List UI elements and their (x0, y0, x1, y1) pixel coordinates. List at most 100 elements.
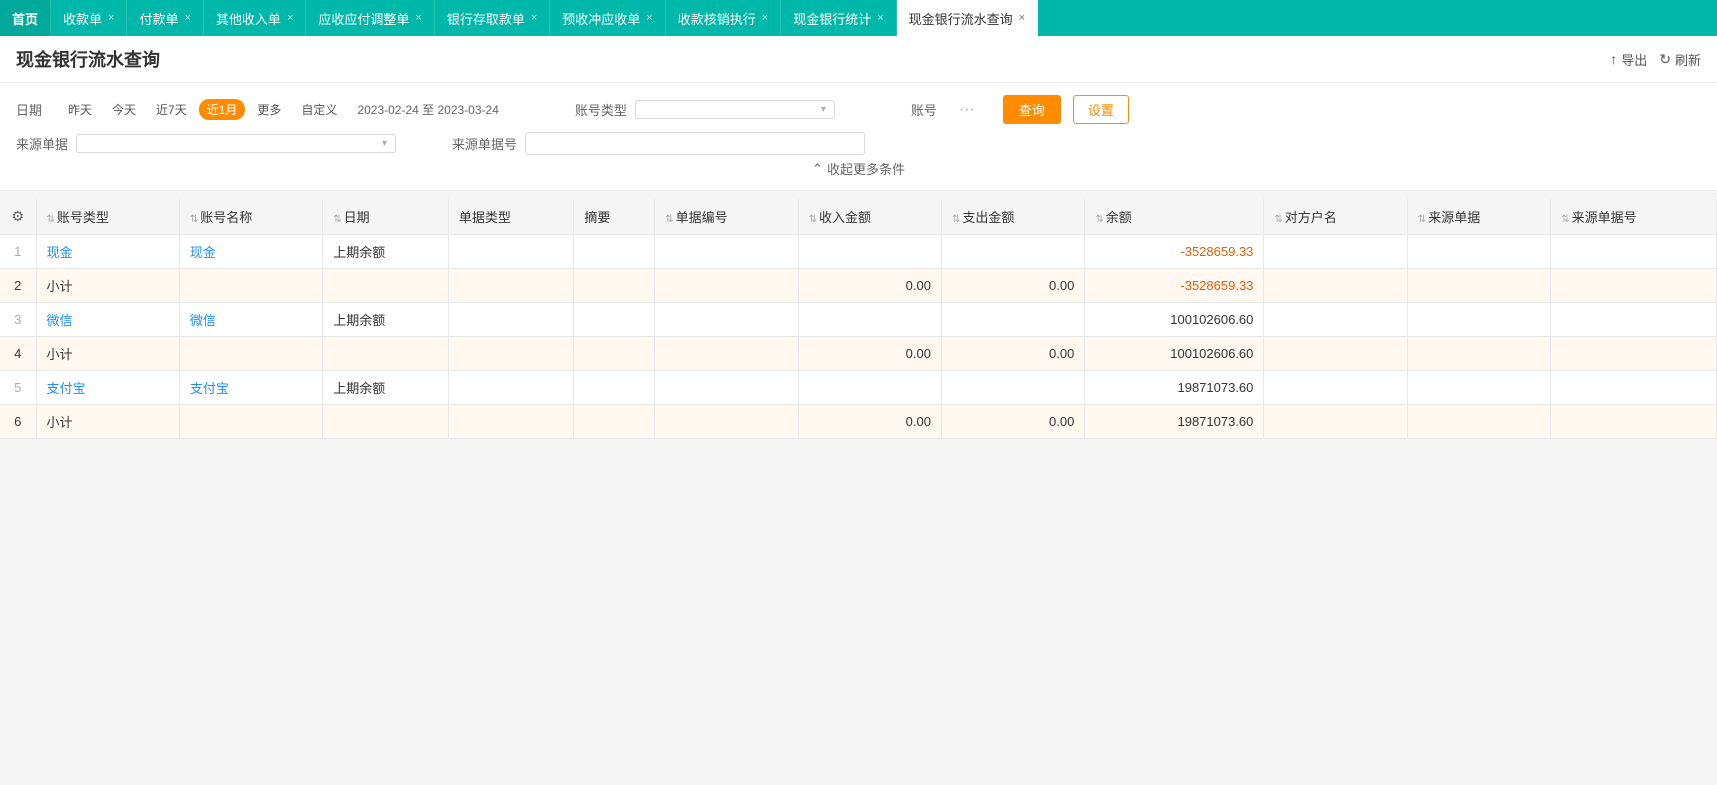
source-doc-no-label: 来源单据号 (452, 134, 517, 153)
nav-tab-yingshoutiaozheng[interactable]: 应收应付调整单 × (306, 0, 434, 36)
cell-date: 上期余额 (323, 371, 449, 405)
settings-col-header[interactable]: ⚙ (0, 199, 36, 235)
nav-tab-liushui[interactable]: 现金银行流水查询 × (897, 0, 1038, 36)
cell-account-name: 微信 (179, 303, 322, 337)
cell-source-doc (1407, 235, 1550, 269)
date-btn-7days[interactable]: 近7天 (148, 99, 195, 120)
cell-doc-type (448, 269, 574, 303)
col-source-doc-no[interactable]: ⇅来源单据号 (1551, 199, 1717, 235)
cell-doc-type (448, 405, 574, 439)
account-type-select[interactable]: ▾ (635, 100, 835, 119)
cell-account-type[interactable]: 支付宝 (36, 371, 179, 405)
col-counterpart[interactable]: ⇅对方户名 (1264, 199, 1407, 235)
row-num: 3 (0, 303, 36, 337)
cell-doc-type (448, 337, 574, 371)
row-num: 1 (0, 235, 36, 269)
table-row: 3 微信 微信 上期余额 100102606.60 (0, 303, 1717, 337)
close-icon[interactable]: × (531, 12, 537, 24)
cell-date: 上期余额 (323, 303, 449, 337)
date-options: 昨天 今天 近7天 近1月 更多 自定义 (60, 99, 345, 120)
cell-summary (574, 269, 655, 303)
cell-income (798, 235, 941, 269)
cell-account-name: 支付宝 (179, 371, 322, 405)
gear-icon[interactable]: ⚙ (11, 208, 24, 224)
cell-account-type[interactable]: 微信 (36, 303, 179, 337)
nav-tab-yinhangcunqu[interactable]: 银行存取款单 × (435, 0, 550, 36)
close-icon[interactable]: × (287, 12, 293, 24)
cell-account-type: 小计 (36, 269, 179, 303)
export-icon: ↑ (1610, 51, 1617, 67)
close-icon[interactable]: × (108, 12, 114, 24)
cell-balance: 19871073.60 (1085, 405, 1264, 439)
cell-account-name: 现金 (179, 235, 322, 269)
query-button[interactable]: 查询 (1003, 95, 1061, 124)
date-btn-1month[interactable]: 近1月 (199, 99, 246, 120)
source-doc-select[interactable]: ▾ (76, 134, 396, 153)
cell-balance: -3528659.33 (1085, 269, 1264, 303)
close-icon[interactable]: × (184, 12, 190, 24)
account-label: 账号 (911, 100, 947, 119)
cell-summary (574, 405, 655, 439)
nav-tab-yushou[interactable]: 预收冲应收单 × (550, 0, 665, 36)
collapse-button[interactable]: ⌃ 收起更多条件 (812, 159, 905, 178)
col-source-doc[interactable]: ⇅来源单据 (1407, 199, 1550, 235)
sort-icon: ⇅ (1095, 214, 1103, 225)
col-expense[interactable]: ⇅支出金额 (941, 199, 1084, 235)
col-date[interactable]: ⇅日期 (323, 199, 449, 235)
cell-account-name (179, 337, 322, 371)
cell-balance: -3528659.33 (1085, 235, 1264, 269)
nav-tab-label: 预收冲应收单 (562, 9, 640, 28)
sort-icon: ⇅ (333, 214, 341, 225)
sort-icon: ⇅ (1418, 214, 1426, 225)
nav-tab-fukuandan[interactable]: 付款单 × (127, 0, 203, 36)
sort-icon: ⇅ (1274, 214, 1282, 225)
export-button[interactable]: ↑ 导出 (1610, 50, 1647, 69)
collapse-row: ⌃ 收起更多条件 (16, 155, 1701, 178)
nav-tab-tongji[interactable]: 现金银行统计 × (781, 0, 896, 36)
collapse-up-icon: ⌃ (812, 161, 823, 177)
nav-tab-label: 付款单 (139, 9, 178, 28)
close-icon[interactable]: × (646, 12, 652, 24)
date-btn-custom[interactable]: 自定义 (293, 99, 345, 120)
close-icon[interactable]: × (877, 12, 883, 24)
cell-counterpart (1264, 269, 1407, 303)
cell-source-doc (1407, 405, 1550, 439)
cell-account-type[interactable]: 现金 (36, 235, 179, 269)
nav-tab-qitashouru[interactable]: 其他收入单 × (204, 0, 306, 36)
date-btn-today[interactable]: 今天 (104, 99, 144, 120)
nav-tab-shoukuanhexiao[interactable]: 收款核销执行 × (666, 0, 781, 36)
sort-icon: ⇅ (809, 214, 817, 225)
col-account-type[interactable]: ⇅账号类型 (36, 199, 179, 235)
date-btn-yesterday[interactable]: 昨天 (60, 99, 100, 120)
cell-counterpart (1264, 337, 1407, 371)
cell-date (323, 405, 449, 439)
cell-doc-no (655, 371, 798, 405)
nav-home[interactable]: 首页 (0, 0, 51, 36)
date-filter-label: 日期 (16, 100, 52, 119)
col-doc-no[interactable]: ⇅单据编号 (655, 199, 798, 235)
row-num: 2 (0, 269, 36, 303)
close-icon[interactable]: × (762, 12, 768, 24)
row-num: 6 (0, 405, 36, 439)
nav-tab-label: 现金银行统计 (793, 9, 871, 28)
account-dots[interactable]: ··· (955, 101, 979, 119)
col-income[interactable]: ⇅收入金额 (798, 199, 941, 235)
cell-balance: 100102606.60 (1085, 303, 1264, 337)
col-account-name[interactable]: ⇅账号名称 (179, 199, 322, 235)
nav-tab-shoukuandan[interactable]: 收款单 × (51, 0, 127, 36)
close-icon[interactable]: × (415, 12, 421, 24)
setting-button[interactable]: 设置 (1073, 95, 1129, 124)
row-num: 4 (0, 337, 36, 371)
refresh-button[interactable]: ↻ 刷新 (1659, 50, 1701, 69)
source-doc-no-input[interactable] (525, 132, 865, 155)
nav-tab-label: 现金银行流水查询 (909, 9, 1013, 28)
page-header: 现金银行流水查询 ↑ 导出 ↻ 刷新 (0, 36, 1717, 83)
nav-home-label: 首页 (12, 9, 38, 28)
account-type-label: 账号类型 (575, 100, 627, 119)
col-balance[interactable]: ⇅余额 (1085, 199, 1264, 235)
cell-source-doc-no (1551, 303, 1717, 337)
close-icon[interactable]: × (1019, 12, 1025, 24)
cell-account-type: 小计 (36, 337, 179, 371)
date-btn-more[interactable]: 更多 (249, 99, 289, 120)
cell-summary (574, 235, 655, 269)
